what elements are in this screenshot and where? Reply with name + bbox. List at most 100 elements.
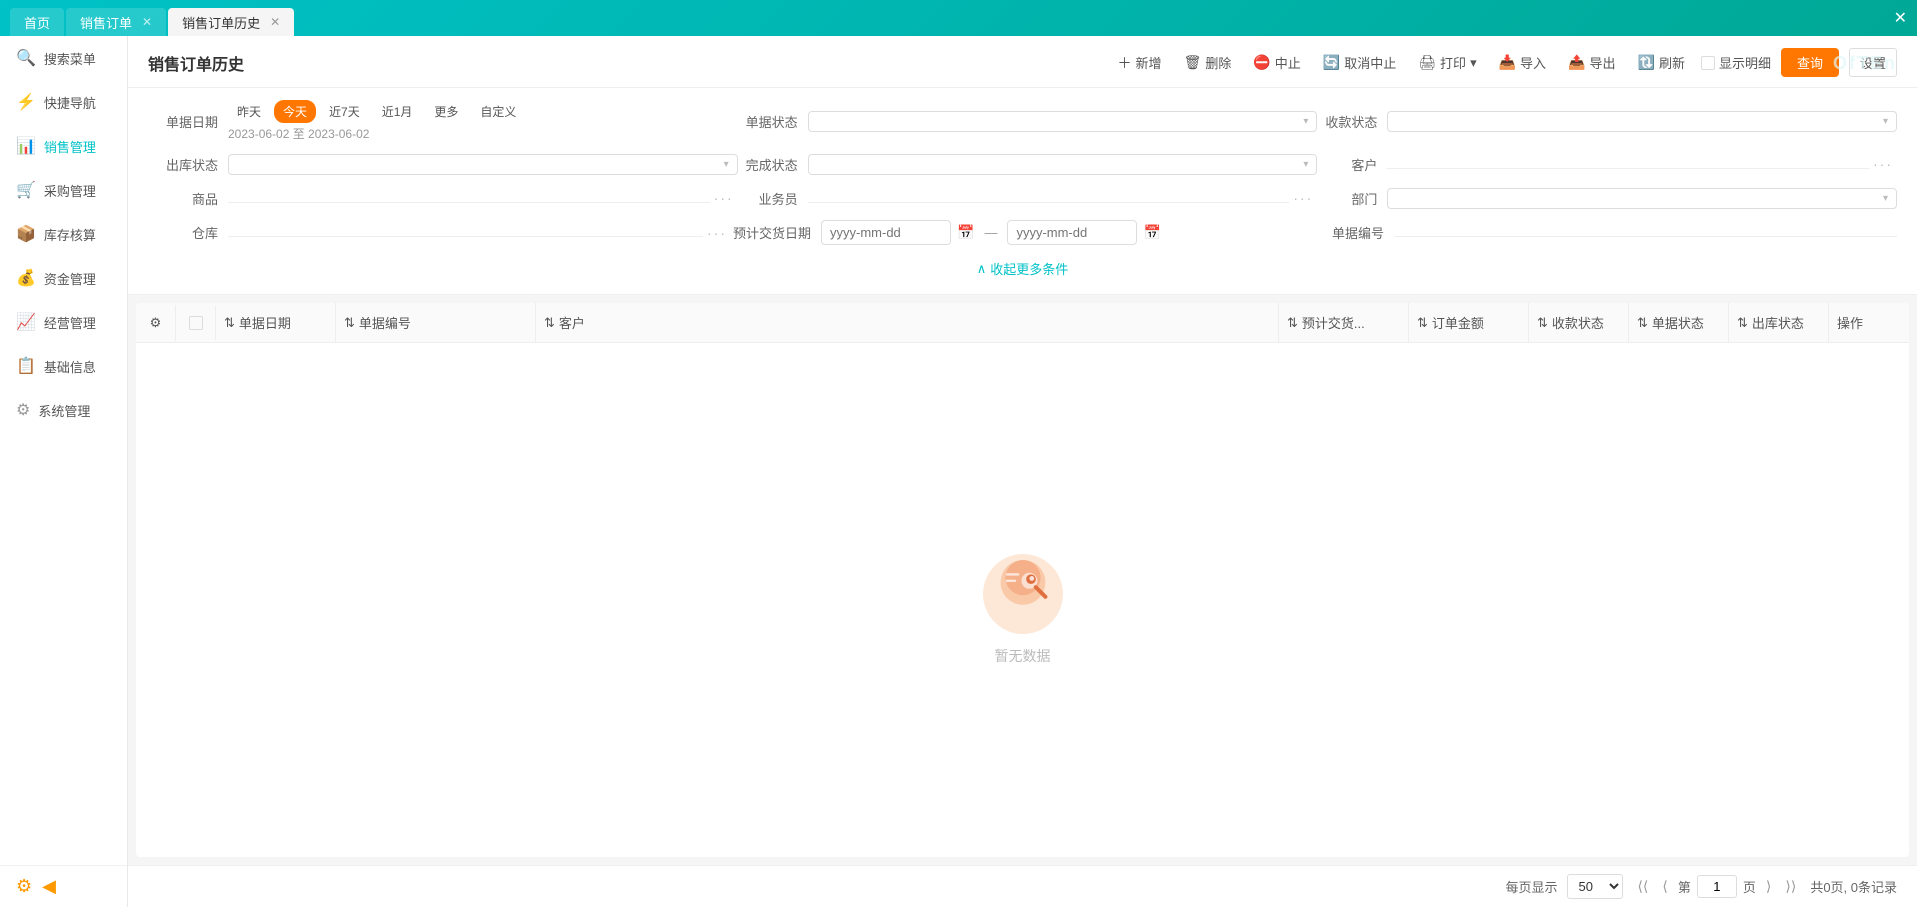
quicknav-icon: ⚡ (16, 92, 36, 112)
th-payment-status[interactable]: ⇅ 收款状态 (1529, 303, 1629, 342)
salesperson-ellipsis[interactable]: ··· (1289, 186, 1317, 210)
tab-sales-order-close[interactable]: ✕ (142, 15, 152, 29)
warehouse-ellipsis[interactable]: ··· (703, 221, 731, 245)
collapse-more-btn[interactable]: ∧ 收起更多条件 (148, 255, 1897, 282)
page-input[interactable] (1697, 875, 1737, 898)
query-btn[interactable]: 查询 (1781, 48, 1839, 77)
th-amount[interactable]: ⇅ 订单金额 (1409, 303, 1529, 342)
th-customer[interactable]: ⇅ 客户 (536, 303, 1279, 342)
goods-label: 商品 (148, 189, 228, 208)
content-area: 销售订单历史 ＋ 新增 🗑 删除 ⛔ 中止 🔄 (128, 36, 1917, 907)
sidebar-item-operations-label: 经营管理 (44, 313, 96, 332)
bill-no-input[interactable] (1394, 228, 1897, 237)
date-btn-7days[interactable]: 近7天 (320, 100, 369, 123)
complete-status-arrow: ▾ (1303, 159, 1308, 170)
sidebar-item-basic-info[interactable]: 📋 基础信息 (0, 344, 127, 388)
expected-date-label: 预计交货日期 (731, 223, 821, 242)
sidebar-item-sales[interactable]: 📊 销售管理 (0, 124, 127, 168)
sidebar-item-quicknav[interactable]: ⚡ 快捷导航 (0, 80, 127, 124)
delivery-status-select[interactable]: ▾ (228, 154, 738, 175)
th-delivery[interactable]: ⇅ 预计交货... (1279, 303, 1409, 342)
sidebar-item-inventory[interactable]: 📦 库存核算 (0, 212, 127, 256)
sidebar-item-purchase-label: 采购管理 (44, 181, 96, 200)
delivery-status-arrow: ▾ (724, 159, 729, 170)
stop-btn[interactable]: ⛔ 中止 (1247, 49, 1306, 76)
th-bill-status[interactable]: ⇅ 单据状态 (1629, 303, 1729, 342)
date-btn-1month[interactable]: 近1月 (373, 100, 422, 123)
department-select[interactable]: ▾ (1387, 188, 1897, 209)
empty-figure (973, 534, 1073, 634)
th-date[interactable]: ⇅ 单据日期 (216, 303, 336, 342)
cancel-stop-icon: 🔄 (1323, 54, 1340, 71)
import-btn[interactable]: 📥 导入 (1493, 49, 1552, 76)
calendar-start-icon[interactable]: 📅 (957, 224, 974, 241)
date-label: 单据日期 (148, 112, 228, 131)
tab-sales-history-close[interactable]: ✕ (270, 15, 280, 29)
sidebar-settings-icon[interactable]: ⚙ (16, 876, 32, 897)
tab-home-label: 首页 (24, 13, 50, 32)
goods-ellipsis[interactable]: ··· (710, 186, 738, 210)
sidebar-item-inventory-label: 库存核算 (44, 225, 96, 244)
th-settings[interactable]: ⚙ (136, 305, 176, 341)
sidebar-item-system[interactable]: ⚙ 系统管理 (0, 388, 127, 432)
tab-sales-history[interactable]: 销售订单历史 ✕ (168, 8, 294, 36)
date-btn-more[interactable]: 更多 (425, 100, 467, 123)
export-btn[interactable]: 📤 导出 (1562, 49, 1621, 76)
tab-sales-order[interactable]: 销售订单 ✕ (66, 8, 166, 36)
stop-icon: ⛔ (1253, 54, 1270, 71)
print-btn[interactable]: 🖨 打印 ▾ (1412, 49, 1482, 76)
new-btn[interactable]: ＋ 新增 (1112, 49, 1168, 77)
delete-icon: 🗑 (1184, 54, 1202, 71)
tab-home[interactable]: 首页 (10, 8, 64, 36)
next-page-btn[interactable]: ⟩ (1762, 876, 1775, 897)
prev-page-btn[interactable]: ⟨ (1658, 876, 1671, 897)
filter-area: 单据日期 昨天 今天 近7天 近1月 更多 自定义 2023-06-02 至 2… (128, 88, 1917, 295)
display-columns-cb-box (1701, 56, 1715, 70)
sidebar-item-finance[interactable]: 💰 资金管理 (0, 256, 127, 300)
first-page-btn[interactable]: ⟨⟨ (1633, 876, 1652, 897)
last-page-btn[interactable]: ⟩⟩ (1781, 876, 1800, 897)
th-no[interactable]: ⇅ 单据编号 (336, 303, 536, 342)
sales-icon: 📊 (16, 136, 36, 156)
display-columns-checkbox[interactable]: 显示明细 (1701, 53, 1771, 72)
sidebar-item-search[interactable]: 🔍 搜索菜单 (0, 36, 127, 80)
expected-date-start[interactable] (821, 220, 951, 245)
th-checkbox[interactable] (176, 306, 216, 340)
table-header: ⚙ ⇅ 单据日期 ⇅ 单据编号 ⇅ 客户 ⇅ (136, 303, 1909, 343)
operations-icon: 📈 (16, 312, 36, 332)
calendar-end-icon[interactable]: 📅 (1143, 224, 1160, 241)
select-all-checkbox[interactable] (189, 316, 203, 330)
sort-icon-payment: ⇅ (1537, 315, 1548, 331)
sidebar-item-operations[interactable]: 📈 经营管理 (0, 300, 127, 344)
date-btn-today[interactable]: 今天 (274, 100, 316, 123)
sidebar-item-purchase[interactable]: 🛒 采购管理 (0, 168, 127, 212)
customer-ellipsis[interactable]: ··· (1869, 152, 1897, 176)
goods-input-area (228, 194, 710, 203)
th-no-label: 单据编号 (359, 313, 411, 332)
refresh-btn[interactable]: 🔃 刷新 (1632, 49, 1691, 76)
sidebar: 🔍 搜索菜单 ⚡ 快捷导航 📊 销售管理 🛒 采购管理 📦 库存核算 💰 资金管… (0, 36, 128, 907)
date-btn-yesterday[interactable]: 昨天 (228, 100, 270, 123)
bill-no-label: 单据编号 (1324, 223, 1394, 242)
per-page-select[interactable]: 50 100 200 (1567, 874, 1623, 899)
settings-btn[interactable]: 设置 (1849, 48, 1897, 77)
bill-status-select[interactable]: ▾ (808, 111, 1318, 132)
sidebar-collapse-icon[interactable]: ◀ (42, 876, 56, 897)
date-btn-custom[interactable]: 自定义 (471, 100, 525, 123)
sort-icon-no: ⇅ (344, 315, 355, 331)
customer-input-area (1387, 160, 1869, 169)
cancel-stop-btn[interactable]: 🔄 取消中止 (1317, 49, 1402, 76)
filter-row-4: 仓库 ··· 预计交货日期 📅 — 📅 单据编号 (148, 220, 1897, 245)
footer: 每页显示 50 100 200 ⟨⟨ ⟨ 第 页 ⟩ ⟩⟩ 共0页, 0条记录 (128, 865, 1917, 907)
sidebar-item-basic-info-label: 基础信息 (44, 357, 96, 376)
stop-label: 中止 (1275, 53, 1301, 72)
window-close-btn[interactable]: ✕ (1894, 8, 1907, 28)
expected-date-end[interactable] (1007, 220, 1137, 245)
delete-btn[interactable]: 🗑 删除 (1178, 49, 1238, 76)
th-delivery-label: 预计交货... (1302, 313, 1365, 332)
complete-status-select[interactable]: ▾ (808, 154, 1318, 175)
payment-status-label: 收款状态 (1317, 112, 1387, 131)
th-delivery-status[interactable]: ⇅ 出库状态 (1729, 303, 1829, 342)
collapse-icon: ∧ (977, 261, 987, 277)
payment-status-select[interactable]: ▾ (1387, 111, 1897, 132)
